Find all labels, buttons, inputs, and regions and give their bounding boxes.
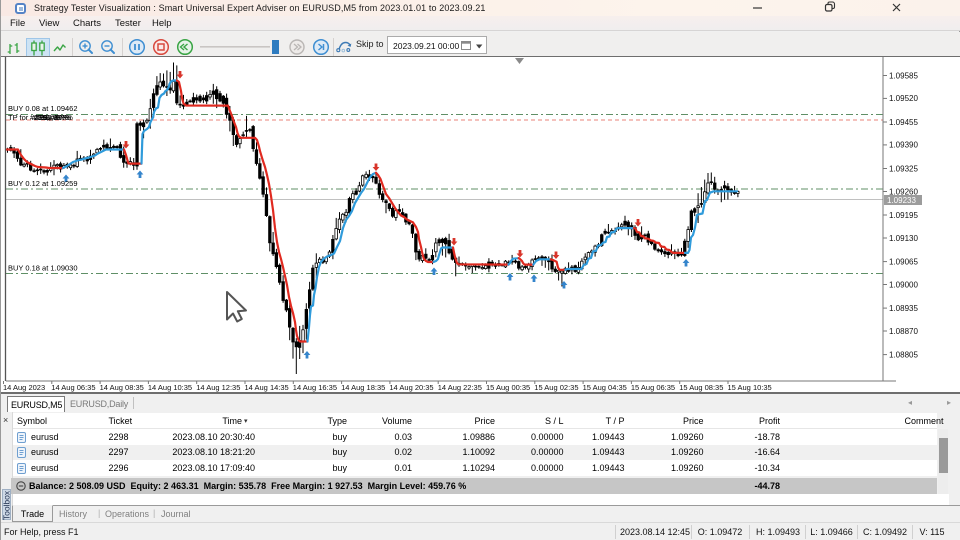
svg-text:BUY 0.08 at 1.09462: BUY 0.08 at 1.09462 [8,104,78,113]
svg-text:14 Aug 12:35: 14 Aug 12:35 [196,383,240,392]
svg-text:1.09000: 1.09000 [889,280,918,289]
svg-text:TP for: TP for [8,113,29,122]
svg-text:15 Aug 02:35: 15 Aug 02:35 [534,383,578,392]
svg-text:1.08870: 1.08870 [889,327,918,336]
svg-text:1.09585: 1.09585 [889,71,918,80]
svg-text:1.09455: 1.09455 [889,118,918,127]
svg-text:14 Aug 18:35: 14 Aug 18:35 [341,383,385,392]
svg-text:1.09130: 1.09130 [889,234,918,243]
svg-text:1.09195: 1.09195 [889,211,918,220]
svg-text:14 Aug 08:35: 14 Aug 08:35 [100,383,144,392]
svg-text:14 Aug 22:35: 14 Aug 22:35 [438,383,482,392]
svg-text:15 Aug 00:35: 15 Aug 00:35 [486,383,530,392]
svg-text:14 Aug 2023: 14 Aug 2023 [3,383,45,392]
svg-text:14 Aug 14:35: 14 Aug 14:35 [245,383,289,392]
svg-text:1.08935: 1.08935 [889,304,918,313]
svg-text:1.09390: 1.09390 [889,141,918,150]
svg-text:1.08805: 1.08805 [889,350,918,359]
svg-text:1.09325: 1.09325 [889,164,918,173]
svg-text:1.09260: 1.09260 [889,187,918,196]
svg-text:14 Aug 06:35: 14 Aug 06:35 [51,383,95,392]
svg-text:1.09065: 1.09065 [889,257,918,266]
svg-text:BUY 0.12 at 1.09259: BUY 0.12 at 1.09259 [8,179,78,188]
svg-text:15 Aug 10:35: 15 Aug 10:35 [728,383,772,392]
svg-text:14 Aug 10:35: 14 Aug 10:35 [148,383,192,392]
svg-text:15 Aug 08:35: 15 Aug 08:35 [679,383,723,392]
svg-text:1.09520: 1.09520 [889,94,918,103]
svg-text:15 Aug 04:35: 15 Aug 04:35 [583,383,627,392]
svg-text:BUY 0.18 at 1.09030: BUY 0.18 at 1.09030 [8,264,78,273]
svg-text:1.09233: 1.09233 [887,196,916,205]
svg-text:#296,#97%: #296,#97% [35,113,73,122]
svg-text:15 Aug 06:35: 15 Aug 06:35 [631,383,675,392]
svg-text:14 Aug 20:35: 14 Aug 20:35 [389,383,433,392]
svg-text:14 Aug 16:35: 14 Aug 16:35 [293,383,337,392]
